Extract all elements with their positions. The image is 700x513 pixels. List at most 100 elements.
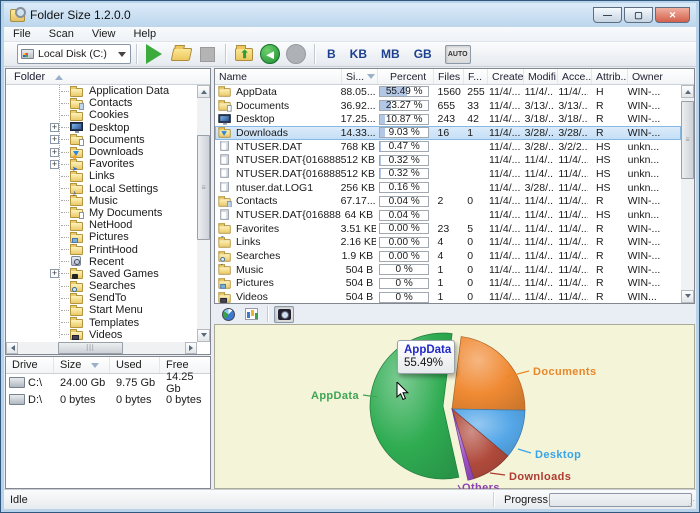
unit-button[interactable]: KB xyxy=(343,47,374,61)
tree-item[interactable]: Contacts xyxy=(6,97,197,109)
folder-up-icon xyxy=(235,48,253,61)
file-row[interactable]: Links 2.16 KB 0.00 % 4 0 11/4/... 11/4/.… xyxy=(215,236,681,250)
stop-button[interactable] xyxy=(194,43,220,65)
tree-item[interactable]: Saved Games xyxy=(6,268,197,280)
tree-item[interactable]: Pictures xyxy=(6,231,197,243)
tree-item[interactable]: Documents xyxy=(6,134,197,146)
expand-toggle[interactable] xyxy=(50,160,59,169)
scroll-down-button[interactable] xyxy=(197,329,210,342)
title-bar[interactable]: Folder Size 1.2.0.0 — ▢ ✕ xyxy=(4,3,696,27)
file-row[interactable]: NTUSER.DAT{016888bd-... 512 KB 0.32 % 11… xyxy=(215,167,681,181)
open-folder-button[interactable] xyxy=(168,43,194,65)
tree-item[interactable]: SendTo xyxy=(6,292,197,304)
attributes-column-header[interactable]: Attrib... xyxy=(592,69,628,84)
tree-item[interactable]: Desktop xyxy=(6,122,197,134)
menu-item[interactable]: View xyxy=(83,28,125,40)
pie-chart-button[interactable] xyxy=(218,306,238,323)
size-column-header[interactable]: Size xyxy=(54,357,110,373)
tree-item[interactable]: Favorites xyxy=(6,158,197,170)
file-row[interactable]: Searches 1.9 KB 0.00 % 4 0 11/4/... 11/4… xyxy=(215,249,681,263)
percent-column-header[interactable]: Percent xyxy=(378,69,434,84)
scroll-up-button[interactable] xyxy=(681,85,694,98)
pie-slice-documents[interactable] xyxy=(452,337,525,411)
drive-row[interactable]: D:\ 0 bytes 0 bytes 0 bytes xyxy=(6,391,210,408)
tree-hscrollbar[interactable]: ||| xyxy=(6,342,197,354)
menu-item[interactable]: Help xyxy=(124,28,165,40)
pie-chart[interactable]: DocumentsDesktopDownloadsOthersAppData xyxy=(215,325,699,491)
tree-item[interactable]: Cookies xyxy=(6,109,197,121)
tree-item[interactable]: NetHood xyxy=(6,219,197,231)
file-row[interactable]: NTUSER.DAT 768 KB 0.47 % 11/4/... 3/28/.… xyxy=(215,140,681,154)
close-button[interactable]: ✕ xyxy=(655,7,690,23)
file-row[interactable]: NTUSER.DAT{016888bd-... 512 KB 0.32 % 11… xyxy=(215,153,681,167)
tree-item[interactable]: Music xyxy=(6,195,197,207)
tree-hscroll-thumb[interactable]: ||| xyxy=(58,342,123,354)
scroll-left-button[interactable] xyxy=(6,342,18,354)
tree-item[interactable]: Local Settings xyxy=(6,183,197,195)
list-vscroll-thumb[interactable]: ≡ xyxy=(681,101,694,179)
name-column-header[interactable]: Name xyxy=(215,69,342,84)
created-column-header[interactable]: Created xyxy=(488,69,524,84)
file-row[interactable]: Favorites 3.51 KB 0.00 % 23 5 11/4/... 1… xyxy=(215,222,681,236)
created-date: 11/4/... xyxy=(485,100,521,112)
modified-column-header[interactable]: Modifi... xyxy=(524,69,558,84)
minimize-button[interactable]: — xyxy=(593,7,622,23)
tree-item[interactable]: Application Data xyxy=(6,85,197,97)
scroll-up-button[interactable] xyxy=(197,85,210,98)
tree-item[interactable]: Videos xyxy=(6,329,197,341)
owner-column-header[interactable]: Owner xyxy=(628,69,686,84)
expand-toggle[interactable] xyxy=(50,269,59,278)
tree-item[interactable]: My Documents xyxy=(6,207,197,219)
drive-row[interactable]: C:\ 24.00 Gb 9.75 Gb 14.25 Gb xyxy=(6,374,210,391)
tree-item[interactable]: Recent xyxy=(6,256,197,268)
file-row[interactable]: NTUSER.DAT{016888bd-... 64 KB 0.04 % 11/… xyxy=(215,208,681,222)
folders-column-header[interactable]: F... xyxy=(464,69,488,84)
auto-unit-button[interactable]: AUTO xyxy=(445,45,471,64)
tree-item[interactable]: Templates xyxy=(6,317,197,329)
tree-item[interactable]: PrintHood xyxy=(6,243,197,255)
maximize-button[interactable]: ▢ xyxy=(624,7,653,23)
file-row[interactable]: Videos 504 B 0 % 1 0 11/4/... 11/4/... 1… xyxy=(215,290,681,303)
file-row[interactable]: Contacts 67.17... 0.04 % 2 0 11/4/... 11… xyxy=(215,195,681,209)
tree-vscroll-thumb[interactable]: ≡ xyxy=(197,135,210,240)
forward-button[interactable] xyxy=(283,43,309,65)
files-column-header[interactable]: Files xyxy=(434,69,464,84)
unit-button[interactable]: B xyxy=(320,47,343,61)
list-vscrollbar[interactable]: ≡ xyxy=(681,85,694,303)
created-date: 11/4/... xyxy=(485,182,521,194)
file-icon xyxy=(220,154,229,164)
file-row[interactable]: Documents 36.92... 23.27 % 655 33 11/4/.… xyxy=(215,99,681,113)
tree-item[interactable]: Links xyxy=(6,170,197,182)
resize-grip-icon[interactable]: ⋰ xyxy=(687,499,695,508)
scan-button[interactable] xyxy=(142,43,168,65)
folder-up-button[interactable] xyxy=(231,43,257,65)
file-row[interactable]: ntuser.dat.LOG1 256 KB 0.16 % 11/4/... 3… xyxy=(215,181,681,195)
drive-selector[interactable]: Local Disk (C:) xyxy=(17,44,131,64)
size-column-header[interactable]: Si... xyxy=(342,69,378,84)
tree-item[interactable]: Downloads xyxy=(6,146,197,158)
expand-toggle[interactable] xyxy=(50,123,59,132)
expand-toggle[interactable] xyxy=(50,148,59,157)
tree-vscrollbar[interactable]: ≡ xyxy=(197,85,210,342)
used-column-header[interactable]: Used xyxy=(110,357,160,373)
file-row[interactable]: Downloads 14.33... 9.03 % 16 1 11/4/... … xyxy=(215,126,681,140)
file-row[interactable]: Desktop 17.25... 10.87 % 243 42 11/4/...… xyxy=(215,112,681,126)
bar-chart-button[interactable] xyxy=(241,306,261,323)
accessed-column-header[interactable]: Acce... xyxy=(558,69,592,84)
file-row[interactable]: AppData 88.05... 55.49 % 1560 255 11/4/.… xyxy=(215,85,681,99)
scroll-down-button[interactable] xyxy=(681,290,694,303)
unit-button[interactable]: MB xyxy=(374,47,407,61)
back-button[interactable]: ◄ xyxy=(257,43,283,65)
file-row[interactable]: Pictures 504 B 0 % 1 0 11/4/... 11/4/...… xyxy=(215,277,681,291)
tree-item[interactable]: Start Menu xyxy=(6,304,197,316)
unit-button[interactable]: GB xyxy=(407,47,439,61)
file-row[interactable]: Music 504 B 0 % 1 0 11/4/... 11/4/... 11… xyxy=(215,263,681,277)
tree-item[interactable]: Searches xyxy=(6,280,197,292)
folder-column-header[interactable]: Folder xyxy=(6,69,210,85)
expand-toggle[interactable] xyxy=(50,135,59,144)
scroll-right-button[interactable] xyxy=(185,342,197,354)
drive-column-header[interactable]: Drive xyxy=(6,357,54,373)
copy-chart-button[interactable] xyxy=(274,306,294,323)
menu-item[interactable]: File xyxy=(4,28,40,40)
menu-item[interactable]: Scan xyxy=(40,28,83,40)
